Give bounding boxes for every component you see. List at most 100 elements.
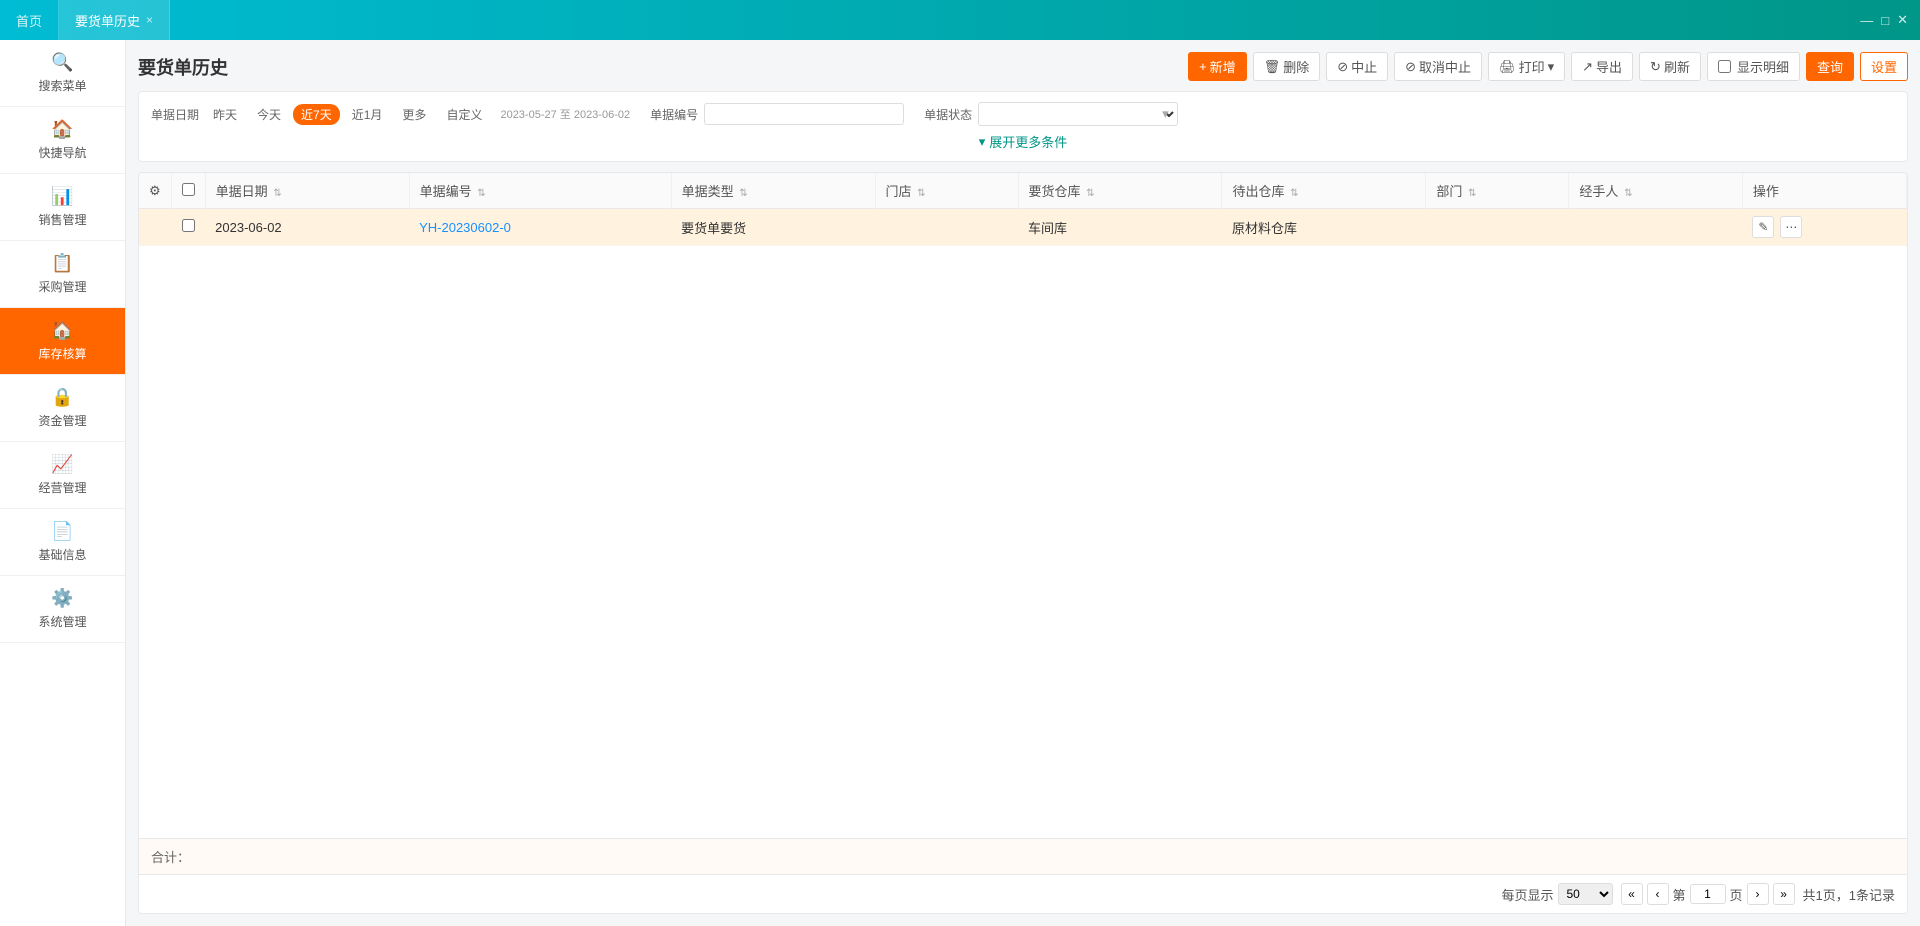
action-buttons: ✎ ⋯	[1752, 216, 1896, 238]
show-detail-toggle[interactable]: 显示明细	[1707, 52, 1800, 81]
status-filter-label: 单据状态	[924, 106, 972, 123]
sidebar-label-purchase: 采购管理	[38, 278, 86, 295]
refresh-icon: ↻	[1650, 59, 1661, 75]
row-docno-link[interactable]: YH-20230602-0	[419, 220, 511, 235]
export-button[interactable]: ↗ 导出	[1571, 52, 1633, 81]
table-row[interactable]: 2023-06-02 YH-20230602-0 要货单要货 车间库 原材料仓库	[139, 209, 1907, 246]
cancel-stop-label: 取消中止	[1419, 57, 1471, 76]
sidebar-label-sales: 销售管理	[38, 211, 86, 228]
table-settings-col[interactable]: ⚙	[139, 173, 171, 209]
top-bar: 首页 要货单历史 × — □ ✕	[0, 0, 1920, 40]
last-page-button[interactable]: »	[1773, 883, 1795, 905]
delete-button[interactable]: 🗑 删除	[1253, 52, 1321, 81]
page-label: 第	[1673, 885, 1686, 904]
table-scroll-area: ⚙ 单据日期 ⇅ 单据编号 ⇅	[139, 173, 1907, 838]
close-window-icon[interactable]: ✕	[1897, 12, 1908, 28]
date-tab-yesterday[interactable]: 昨天	[205, 104, 245, 125]
expand-label: 展开更多条件	[989, 132, 1067, 151]
col-docno[interactable]: 单据编号 ⇅	[409, 173, 671, 209]
basic-info-icon: 📄	[51, 521, 73, 542]
col-dept[interactable]: 部门 ⇅	[1426, 173, 1569, 209]
maximize-icon[interactable]: □	[1881, 13, 1889, 28]
date-tab-today[interactable]: 今天	[249, 104, 289, 125]
sidebar-item-basic-info[interactable]: 📄 基础信息	[0, 509, 125, 576]
col-reqwarehouse[interactable]: 要货仓库 ⇅	[1018, 173, 1222, 209]
add-button[interactable]: + 新增	[1188, 52, 1247, 81]
sidebar-label-search-menu: 搜索菜单	[38, 77, 86, 94]
sort-icon-dept: ⇅	[1468, 188, 1476, 199]
sidebar-item-finance[interactable]: 🔒 资金管理	[0, 375, 125, 442]
col-store[interactable]: 门店 ⇅	[875, 173, 1018, 209]
sidebar-item-quick-nav[interactable]: 🏠 快捷导航	[0, 107, 125, 174]
page-nav: « ‹ 第 页 › »	[1621, 883, 1795, 905]
status-select[interactable]	[978, 102, 1178, 126]
sidebar-label-operations: 经营管理	[38, 479, 86, 496]
tab-home[interactable]: 首页	[0, 0, 59, 40]
sidebar-label-system: 系统管理	[38, 613, 86, 630]
tab-bar: 首页 要货单历史 ×	[0, 0, 1848, 40]
query-button[interactable]: 查询	[1806, 52, 1854, 81]
sidebar-item-sales[interactable]: 📊 销售管理	[0, 174, 125, 241]
row-select-checkbox[interactable]	[182, 219, 195, 232]
page-header: 要货单历史 + 新增 🗑 删除 ⊘ 中止 ⊘ 取消中止	[138, 52, 1908, 81]
system-icon: ⚙️	[51, 588, 73, 609]
per-page-label: 每页显示	[1501, 885, 1553, 904]
refresh-label: 刷新	[1664, 57, 1690, 76]
per-page-select[interactable]: 50 100 200	[1558, 883, 1613, 905]
settings-button[interactable]: 设置	[1860, 52, 1908, 81]
summary-label: 合计：	[151, 847, 190, 866]
date-tab-more[interactable]: 更多	[394, 104, 434, 125]
next-page-button[interactable]: ›	[1747, 883, 1769, 905]
first-page-button[interactable]: «	[1621, 883, 1643, 905]
row-more-button[interactable]: ⋯	[1780, 216, 1802, 238]
row-docno[interactable]: YH-20230602-0	[409, 209, 671, 246]
cancel-stop-button[interactable]: ⊘ 取消中止	[1394, 52, 1482, 81]
prev-page-button[interactable]: ‹	[1647, 883, 1669, 905]
print-icon: 🖨	[1499, 59, 1516, 75]
row-edit-button[interactable]: ✎	[1752, 216, 1774, 238]
sidebar-item-operations[interactable]: 📈 经营管理	[0, 442, 125, 509]
table-checkbox-col	[171, 173, 205, 209]
col-handler[interactable]: 经手人 ⇅	[1569, 173, 1742, 209]
tab-close-icon[interactable]: ×	[146, 13, 153, 27]
row-reqwarehouse: 车间库	[1018, 209, 1222, 246]
refresh-button[interactable]: ↻ 刷新	[1639, 52, 1701, 81]
date-tabs: 昨天 今天 近7天 近1月 更多 自定义	[205, 104, 490, 125]
show-detail-label: 显示明细	[1737, 57, 1789, 76]
print-button[interactable]: 🖨 打印 ▾	[1488, 52, 1565, 81]
window-controls: — □ ✕	[1848, 12, 1920, 28]
export-label: 导出	[1596, 57, 1622, 76]
stop-label: 中止	[1351, 57, 1377, 76]
date-tab-7days[interactable]: 近7天	[293, 104, 340, 125]
page-number-input[interactable]	[1690, 884, 1726, 904]
sidebar-item-inventory[interactable]: 🏠 库存核算	[0, 308, 125, 375]
sidebar-item-purchase[interactable]: 📋 采购管理	[0, 241, 125, 308]
filter-area: 单据日期 昨天 今天 近7天 近1月 更多 自定义 2023-05-27 至 2…	[138, 91, 1908, 162]
tab-purchase-history[interactable]: 要货单历史 ×	[59, 0, 170, 40]
select-all-checkbox[interactable]	[182, 183, 195, 196]
minimize-icon[interactable]: —	[1860, 13, 1873, 28]
date-tab-custom[interactable]: 自定义	[438, 104, 490, 125]
col-date[interactable]: 单据日期 ⇅	[205, 173, 409, 209]
content-area: 要货单历史 + 新增 🗑 删除 ⊘ 中止 ⊘ 取消中止	[126, 40, 1920, 926]
docno-input[interactable]	[704, 103, 904, 125]
sidebar-label-quick-nav: 快捷导航	[38, 144, 86, 161]
stop-icon: ⊘	[1337, 59, 1348, 75]
show-detail-checkbox[interactable]	[1718, 60, 1731, 73]
sidebar: 🔍 搜索菜单 🏠 快捷导航 📊 销售管理 📋 采购管理 🏠 库存核算 🔒 资金管…	[0, 40, 126, 926]
expand-more-btn[interactable]: ▾ 展开更多条件	[151, 132, 1895, 151]
stop-button[interactable]: ⊘ 中止	[1326, 52, 1388, 81]
col-pendingwarehouse[interactable]: 待出仓库 ⇅	[1222, 173, 1426, 209]
page-title: 要货单历史	[138, 54, 228, 80]
main-table: ⚙ 单据日期 ⇅ 单据编号 ⇅	[139, 173, 1907, 246]
row-dept	[1426, 209, 1569, 246]
expand-icon: ▾	[979, 134, 986, 150]
settings-label: 设置	[1871, 57, 1897, 76]
docno-filter-label: 单据编号	[650, 106, 698, 123]
sidebar-item-system[interactable]: ⚙️ 系统管理	[0, 576, 125, 643]
date-tab-1month[interactable]: 近1月	[344, 104, 391, 125]
sidebar-item-search-menu[interactable]: 🔍 搜索菜单	[0, 40, 125, 107]
export-icon: ↗	[1582, 59, 1593, 75]
sidebar-label-inventory: 库存核算	[38, 345, 86, 362]
col-doctype[interactable]: 单据类型 ⇅	[671, 173, 875, 209]
